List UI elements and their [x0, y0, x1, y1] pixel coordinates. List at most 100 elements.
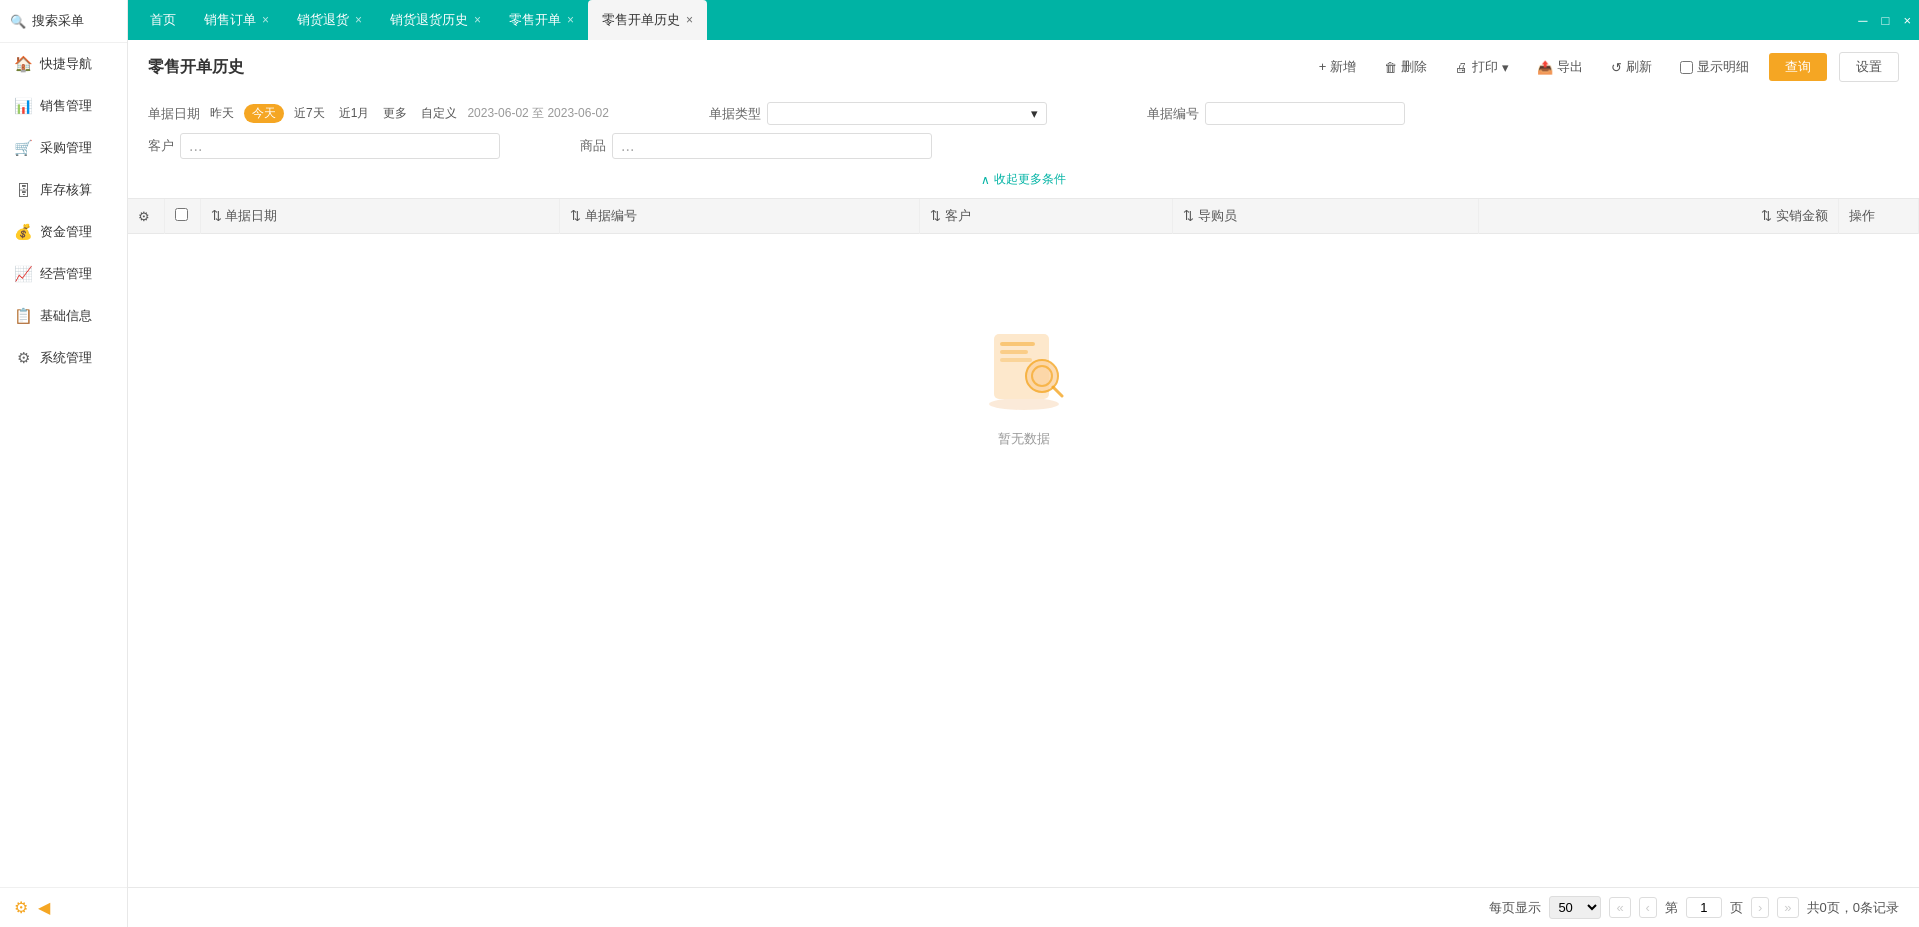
page-input[interactable]	[1686, 897, 1722, 918]
tab-close-sales-order[interactable]: ×	[262, 13, 269, 27]
date-label: 单据日期	[148, 105, 200, 123]
customer-select[interactable]: ...	[180, 133, 500, 159]
settings-footer-icon[interactable]: ⚙	[14, 898, 28, 917]
sidebar: 🔍 搜索采单 🏠 快捷导航 📊 销售管理 🛒 采购管理 🗄 库存核算 💰 资金管…	[0, 0, 128, 927]
tab-close-retail-history[interactable]: ×	[686, 13, 693, 27]
date-shortcut-custom[interactable]: 自定义	[417, 104, 461, 123]
svg-rect-2	[1000, 342, 1035, 346]
svg-rect-4	[1000, 358, 1032, 362]
tab-label-sales-return: 销货退货	[297, 11, 349, 29]
goods-select[interactable]: ...	[612, 133, 932, 159]
window-minimize-btn[interactable]: ─	[1858, 13, 1867, 28]
sidebar-item-finance[interactable]: 💰 资金管理	[0, 211, 127, 253]
date-shortcut-last_month[interactable]: 近1月	[335, 104, 374, 123]
date-shortcut-yesterday[interactable]: 昨天	[206, 104, 238, 123]
display-detail-btn[interactable]: 显示明细	[1672, 54, 1757, 80]
toolbar: + 新增 🗑 删除 🖨 打印 ▾ 📤 导出 ↺ 刷新	[1311, 52, 1899, 82]
window-maximize-btn[interactable]: □	[1882, 13, 1890, 28]
next-page-btn[interactable]: ›	[1751, 897, 1769, 918]
page-title-row: 零售开单历史 + 新增 🗑 删除 🖨 打印 ▾ 📤 导出 ↺	[148, 52, 1899, 82]
th-customer-label: ⇅ 客户	[930, 208, 971, 223]
page-suffix: 页	[1730, 899, 1743, 917]
goods-label: 商品	[580, 137, 606, 155]
doc-no-label: 单据编号	[1147, 105, 1199, 123]
add-btn[interactable]: + 新增	[1311, 54, 1364, 80]
per-page-select[interactable]: 102050100	[1549, 896, 1601, 919]
print-dropdown-icon: ▾	[1502, 60, 1509, 75]
first-page-btn[interactable]: «	[1609, 897, 1630, 918]
th-salesperson[interactable]: ⇅ 导购员	[1172, 199, 1478, 234]
sidebar-item-operation[interactable]: 📈 经营管理	[0, 253, 127, 295]
tab-retail-history[interactable]: 零售开单历史×	[588, 0, 707, 40]
sidebar-label-quick-nav: 快捷导航	[40, 55, 92, 73]
th-doc-date[interactable]: ⇅ 单据日期	[200, 199, 560, 234]
tab-retail-open[interactable]: 零售开单×	[495, 0, 588, 40]
tab-bar-right: ─ □ ×	[1858, 13, 1911, 28]
th-doc-no[interactable]: ⇅ 单据编号	[560, 199, 920, 234]
date-shortcut-today[interactable]: 今天	[244, 104, 284, 123]
th-amount[interactable]: ⇅ 实销金额	[1479, 199, 1839, 234]
empty-illustration	[974, 314, 1074, 414]
tab-close-retail-open[interactable]: ×	[567, 13, 574, 27]
tab-close-sales-return[interactable]: ×	[355, 13, 362, 27]
th-actions: 操作	[1839, 199, 1919, 234]
doc-no-input[interactable]	[1205, 102, 1405, 125]
sidebar-item-basic-info[interactable]: 📋 基础信息	[0, 295, 127, 337]
delete-btn[interactable]: 🗑 删除	[1376, 54, 1435, 80]
date-shortcut-last7[interactable]: 近7天	[290, 104, 329, 123]
sidebar-icon-basic-info: 📋	[14, 307, 32, 325]
query-btn[interactable]: 查询	[1769, 53, 1827, 81]
th-settings: ⚙	[128, 199, 164, 234]
tab-home[interactable]: 首页	[136, 0, 190, 40]
tab-label-sales-order: 销售订单	[204, 11, 256, 29]
tab-close-sales-return-history[interactable]: ×	[474, 13, 481, 27]
last-page-btn[interactable]: »	[1777, 897, 1798, 918]
settings-btn[interactable]: 设置	[1839, 52, 1899, 82]
th-actions-label: 操作	[1849, 208, 1875, 223]
th-doc-date-label: ⇅ 单据日期	[211, 208, 278, 223]
delete-icon: 🗑	[1384, 60, 1397, 75]
sidebar-icon-quick-nav: 🏠	[14, 55, 32, 73]
sidebar-footer: ⚙ ◀	[0, 887, 127, 927]
sidebar-item-inventory[interactable]: 🗄 库存核算	[0, 169, 127, 211]
tab-sales-return-history[interactable]: 销货退货历史 ×	[376, 0, 495, 40]
print-btn[interactable]: 🖨 打印 ▾	[1447, 54, 1517, 80]
date-shortcut-more[interactable]: 更多	[379, 104, 411, 123]
export-btn[interactable]: 📤 导出	[1529, 54, 1591, 80]
sidebar-search[interactable]: 🔍 搜索采单	[0, 0, 127, 43]
date-filter: 单据日期 昨天今天近7天近1月更多自定义2023-06-02 至 2023-06…	[148, 104, 609, 123]
sidebar-label-sales-mgmt: 销售管理	[40, 97, 92, 115]
sidebar-item-quick-nav[interactable]: 🏠 快捷导航	[0, 43, 127, 85]
filter-row-2: 客户 ... 商品 ...	[148, 133, 1899, 159]
svg-line-7	[1053, 387, 1062, 396]
window-close-btn[interactable]: ×	[1903, 13, 1911, 28]
display-detail-checkbox[interactable]	[1680, 61, 1693, 74]
tab-label-sales-return-history: 销货退货历史	[390, 11, 468, 29]
empty-state: 暂无数据	[128, 234, 1919, 528]
tab-sales-return[interactable]: 销货退货 ×	[283, 0, 376, 40]
prev-page-btn[interactable]: ‹	[1639, 897, 1657, 918]
collapse-sidebar-icon[interactable]: ◀	[38, 898, 50, 917]
main-area: 首页销售订单×销货退货×销货退货历史×零售开单×零售开单历史× ─ □ × 零售…	[128, 0, 1919, 927]
search-icon: 🔍	[10, 14, 26, 29]
sidebar-item-sales-mgmt[interactable]: 📊 销售管理	[0, 85, 127, 127]
sidebar-icon-sales-mgmt: 📊	[14, 97, 32, 115]
empty-text: 暂无数据	[998, 430, 1050, 448]
tab-sales-order[interactable]: 销售订单 ×	[190, 0, 283, 40]
sidebar-item-purchase-mgmt[interactable]: 🛒 采购管理	[0, 127, 127, 169]
collapse-icon: ∧	[981, 173, 990, 187]
sidebar-nav: 🏠 快捷导航 📊 销售管理 🛒 采购管理 🗄 库存核算 💰 资金管理 📈 经营管…	[0, 43, 127, 887]
filter-row-1: 单据日期 昨天今天近7天近1月更多自定义2023-06-02 至 2023-06…	[148, 102, 1899, 125]
collapse-filter-btn[interactable]: ∧ 收起更多条件	[148, 167, 1899, 192]
select-all-checkbox[interactable]	[175, 208, 188, 221]
sidebar-label-system: 系统管理	[40, 349, 92, 367]
doc-type-select[interactable]: ▾	[767, 102, 1047, 125]
th-checkbox	[164, 199, 200, 234]
export-icon: 📤	[1537, 60, 1553, 75]
refresh-btn[interactable]: ↺ 刷新	[1603, 54, 1660, 80]
column-settings-icon[interactable]: ⚙	[138, 209, 150, 224]
sidebar-item-system[interactable]: ⚙ 系统管理	[0, 337, 127, 379]
doc-type-filter: 单据类型 ▾	[709, 102, 1047, 125]
th-customer[interactable]: ⇅ 客户	[919, 199, 1172, 234]
sidebar-icon-inventory: 🗄	[14, 181, 32, 199]
